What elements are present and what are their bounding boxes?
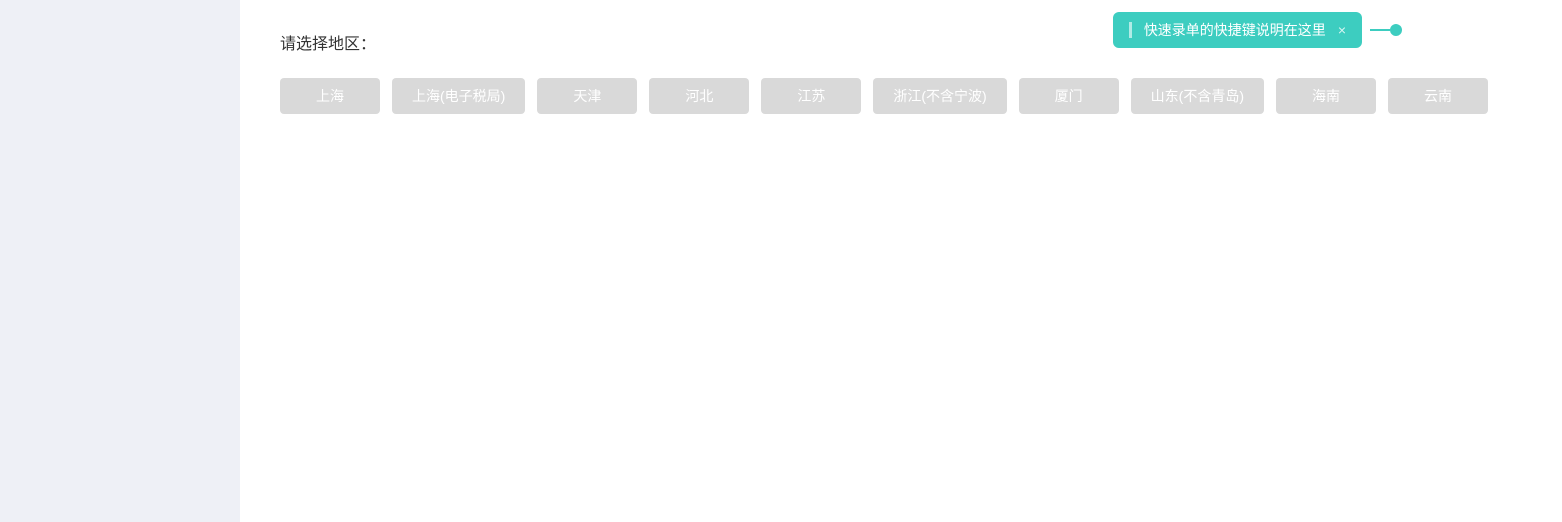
- region-button-5[interactable]: 浙江(不含宁波): [873, 78, 1006, 114]
- tooltip-divider-icon: [1129, 22, 1132, 38]
- region-buttons: 上海上海(电子税局) 天津河北江苏浙江(不含宁波) 厦门山东(不含青岛) 海南云南: [280, 78, 1522, 114]
- sidebar: [0, 0, 240, 522]
- tooltip-line: [1370, 29, 1390, 31]
- region-button-9[interactable]: 云南: [1388, 78, 1488, 114]
- region-button-4[interactable]: 江苏: [761, 78, 861, 114]
- region-button-8[interactable]: 海南: [1276, 78, 1376, 114]
- tooltip-dot: [1390, 24, 1402, 36]
- main-content: 请选择地区： 上海上海(电子税局)天津河北江苏浙江(不含宁波)厦门山东(不含青岛…: [240, 0, 1562, 522]
- region-button-6[interactable]: 厦门: [1019, 78, 1119, 114]
- tooltip-close-button[interactable]: ×: [1338, 22, 1346, 38]
- tooltip-bubble: 快速录单的快捷键说明在这里 ×: [1113, 12, 1362, 48]
- tooltip-text: 快速录单的快捷键说明在这里: [1144, 20, 1326, 40]
- region-button-3[interactable]: 河北: [649, 78, 749, 114]
- region-button-7[interactable]: 山东(不含青岛): [1131, 78, 1264, 114]
- tooltip-container: 快速录单的快捷键说明在这里 ×: [1113, 12, 1402, 48]
- region-button-1[interactable]: 上海(电子税局): [392, 78, 525, 114]
- region-button-0[interactable]: 上海: [280, 78, 380, 114]
- tooltip-connector: [1370, 24, 1402, 36]
- region-button-2[interactable]: 天津: [537, 78, 637, 114]
